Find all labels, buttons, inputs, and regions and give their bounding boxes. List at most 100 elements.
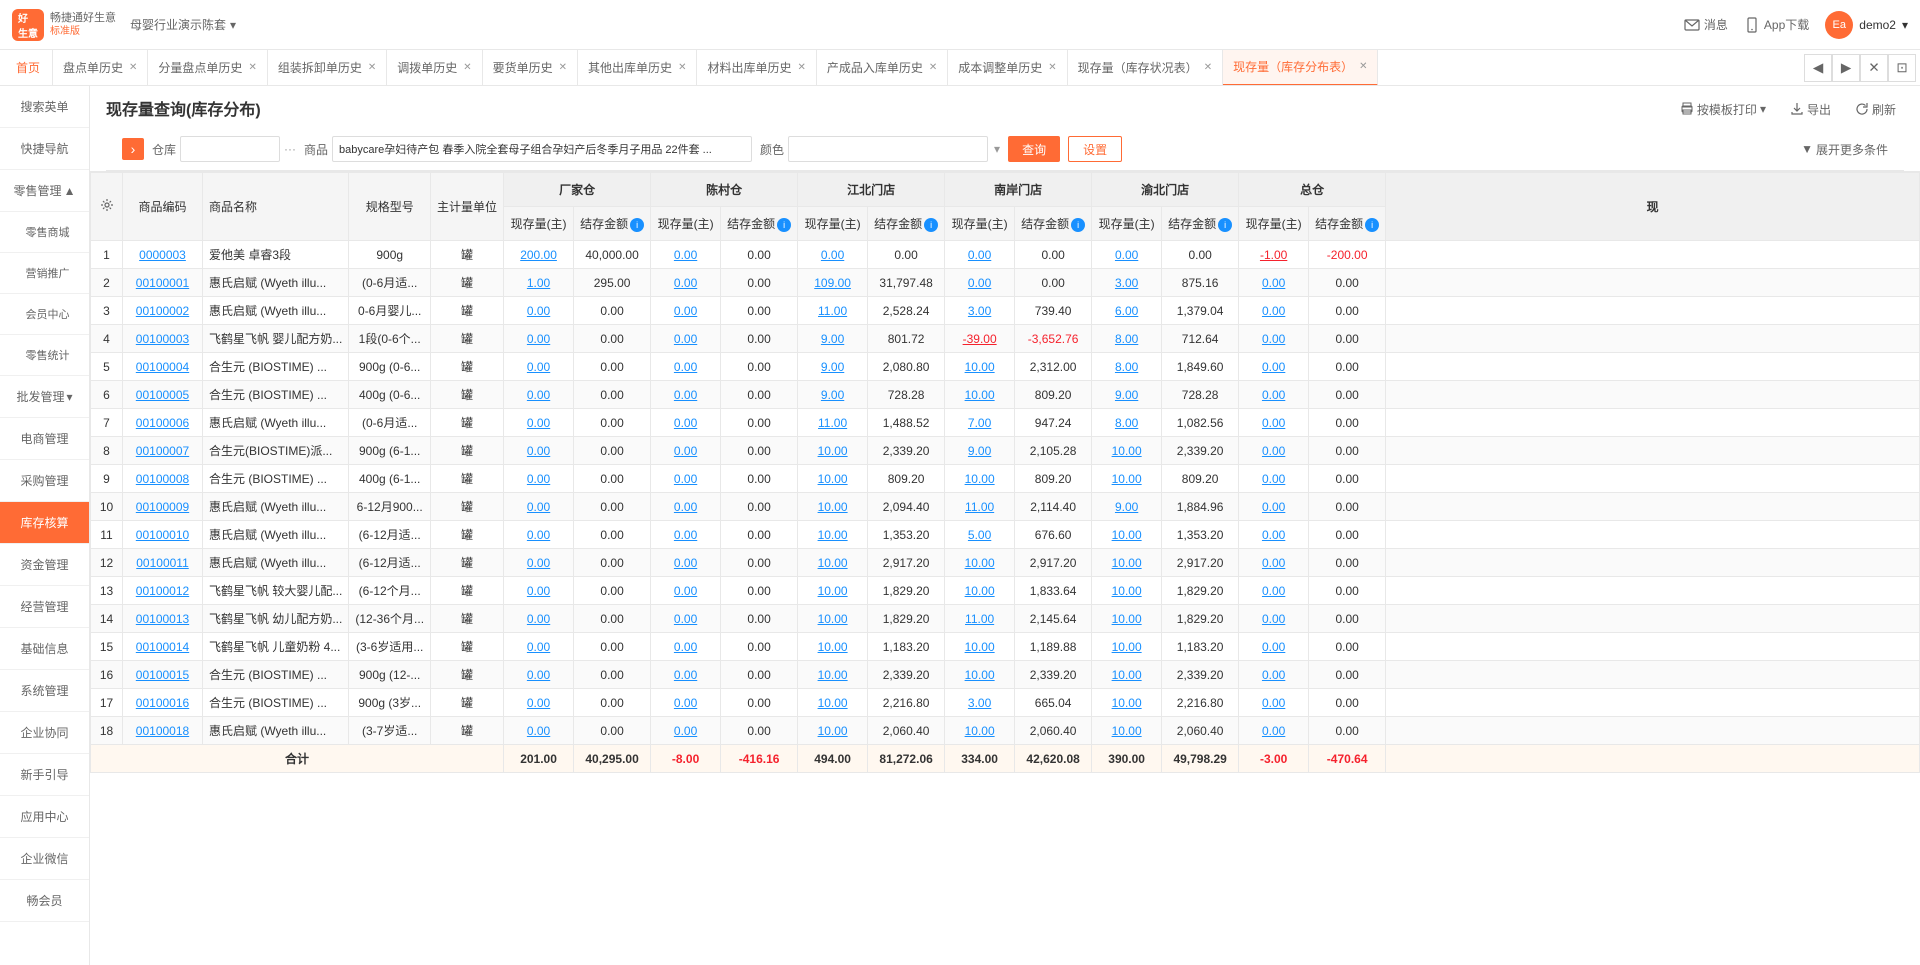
nav-left-btn[interactable]: ◀ [1804,54,1832,82]
th-unit: 主计量单位 [431,173,504,241]
color-input[interactable] [788,136,988,162]
tot-info-icon[interactable]: i [1365,218,1379,232]
tab-qitachuku[interactable]: 其他出库单历史 ✕ [578,50,697,86]
table-settings-btn[interactable]: 设置 [1068,136,1122,162]
sidebar-item-apps[interactable]: 应用中心 [0,796,89,838]
nav-expand-btn[interactable]: ⊡ [1888,54,1916,82]
print-btn[interactable]: 按模板打印 ▾ [1672,97,1774,122]
sidebar-item-search[interactable]: 搜索英单 [0,86,89,128]
warehouse-input[interactable] [180,136,280,162]
jb-info-icon[interactable]: i [924,218,938,232]
sidebar-item-marketing[interactable]: 营销推广 [0,253,89,294]
table-row: 7 00100006 惠氏启赋 (Wyeth illu... (0-6月适...… [91,409,1920,437]
th-vil-qty: 现存量(主) [651,207,721,241]
nav-right-btn[interactable]: ▶ [1832,54,1860,82]
yb-info-icon[interactable]: i [1218,218,1232,232]
th-yuebei-store: 渝北门店 [1092,173,1239,207]
top-bar: 好生意 畅捷通好生意 标准版 母婴行业演示陈套 ▾ 消息 App下载 Ea de… [0,0,1920,50]
table-row: 16 00100015 合生元 (BIOSTIME) ... 900g (12-… [91,661,1920,689]
tab-xiancunliang-status[interactable]: 现存量（库存状况表） ✕ [1068,50,1223,86]
app-download-btn[interactable]: App下载 [1744,16,1809,33]
logo-area: 好生意 畅捷通好生意 标准版 母婴行业演示陈套 ▾ [12,9,236,41]
sidebar-item-nav[interactable]: 快捷导航 [0,128,89,170]
mobile-icon [1744,17,1760,33]
sidebar-item-guide[interactable]: 新手引导 [0,754,89,796]
warehouse-label: 仓库 [152,141,176,158]
filter-bar: › 仓库 ··· 商品 颜色 ▾ 查询 设置 ▼ [106,128,1904,171]
top-right: 消息 App下载 Ea demo2 ▾ [1684,11,1908,39]
nan-info-icon[interactable]: i [1071,218,1085,232]
tab-zuzhuang[interactable]: 组装拆卸单历史 ✕ [268,50,387,86]
sidebar-item-collab[interactable]: 企业协同 [0,712,89,754]
message-btn[interactable]: 消息 [1684,16,1728,33]
export-btn[interactable]: 导出 [1782,97,1839,122]
sidebar-item-wechat[interactable]: 企业微信 [0,838,89,880]
fac-info-icon[interactable]: i [630,218,644,232]
message-icon [1684,17,1700,33]
product-label: 商品 [304,141,328,158]
sidebar-item-system[interactable]: 系统管理 [0,670,89,712]
tab-pandian[interactable]: 盘点单历史 ✕ [53,50,148,86]
sidebar: 搜索英单 快捷导航 零售管理 ▲ 零售商城 营销推广 会员中心 零售统计 批发管… [0,86,90,965]
summary-row: 合计 201.00 40,295.00 -8.00 -416.16 494.00… [91,745,1920,773]
filter-expand-btn[interactable]: › [122,138,144,160]
print-icon [1680,102,1694,116]
table-row: 8 00100007 合生元(BIOSTIME)派... 900g (6-1..… [91,437,1920,465]
tab-liaochuku[interactable]: 材料出库单历史 ✕ [697,50,816,86]
th-name: 商品名称 [203,173,349,241]
sidebar-item-member2[interactable]: 畅会员 [0,880,89,922]
sidebar-item-retail-stats[interactable]: 零售统计 [0,335,89,376]
th-factory-wh: 厂家仓 [504,173,651,207]
user-area[interactable]: Ea demo2 ▾ [1825,11,1908,39]
sidebar-item-wholesale[interactable]: 批发管理 ▾ [0,376,89,418]
th-fac-amt: 结存金额i [574,207,651,241]
tab-xiancunliang-dist[interactable]: 现存量（库存分布表） ✕ [1223,50,1378,86]
expand-more-btn[interactable]: ▼ 展开更多条件 [1801,141,1888,158]
th-tot-qty: 现存量(主) [1239,207,1309,241]
th-nanan-store: 南岸门店 [945,173,1092,207]
sidebar-item-basic-info[interactable]: 基础信息 [0,628,89,670]
th-nan-amt: 结存金额i [1015,207,1092,241]
table-row: 3 00100002 惠氏启赋 (Wyeth illu... 0-6月婴儿...… [91,297,1920,325]
th-fac-qty: 现存量(主) [504,207,574,241]
th-yb-amt: 结存金额i [1162,207,1239,241]
table-row: 15 00100014 飞鹤星飞帆 儿童奶粉 4... (3-6岁适用... 罐… [91,633,1920,661]
sidebar-item-retail-mall[interactable]: 零售商城 [0,212,89,253]
nav-close-btn[interactable]: ✕ [1860,54,1888,82]
refresh-btn[interactable]: 刷新 [1847,97,1904,122]
sidebar-item-operations[interactable]: 经营管理 [0,586,89,628]
table-row: 4 00100003 飞鹤星飞帆 婴儿配方奶... 1段(0-6个... 罐 0… [91,325,1920,353]
sidebar-item-retail-mgmt[interactable]: 零售管理 ▲ [0,170,89,212]
table-row: 13 00100012 飞鹤星飞帆 较大婴儿配... (6-12个月... 罐 … [91,577,1920,605]
tab-yaohuo[interactable]: 要货单历史 ✕ [483,50,578,86]
org-selector[interactable]: 母婴行业演示陈套 ▾ [130,16,236,33]
tab-chenben[interactable]: 成本调整单历史 ✕ [948,50,1067,86]
table-row: 6 00100005 合生元 (BIOSTIME) ... 400g (0-6.… [91,381,1920,409]
color-filter-group: 颜色 ▾ [760,136,1000,162]
th-jb-qty: 现存量(主) [798,207,868,241]
avatar: Ea [1825,11,1853,39]
tab-fenpandian[interactable]: 分量盘点单历史 ✕ [148,50,267,86]
sidebar-item-ecommerce[interactable]: 电商管理 [0,418,89,460]
th-code: 商品编码 [123,173,203,241]
table-area: 商品编码 商品名称 规格型号 主计量单位 厂家仓 陈村仓 江北门店 南岸门店 渝… [90,172,1920,965]
main-layout: 搜索英单 快捷导航 零售管理 ▲ 零售商城 营销推广 会员中心 零售统计 批发管… [0,86,1920,965]
sidebar-item-inventory[interactable]: 库存核算 [0,502,89,544]
table-row: 10 00100009 惠氏启赋 (Wyeth illu... 6-12月900… [91,493,1920,521]
table-row: 11 00100010 惠氏启赋 (Wyeth illu... (6-12月适.… [91,521,1920,549]
settings-gear-icon [100,198,114,212]
table-row: 18 00100018 惠氏启赋 (Wyeth illu... (3-7岁适..… [91,717,1920,745]
vil-info-icon[interactable]: i [777,218,791,232]
content-area: 现存量查询(库存分布) 按模板打印 ▾ 导出 刷新 [90,86,1920,965]
product-input[interactable] [332,136,752,162]
search-btn[interactable]: 查询 [1008,136,1060,162]
th-nan-qty: 现存量(主) [945,207,1015,241]
table-row: 17 00100016 合生元 (BIOSTIME) ... 900g (3岁.… [91,689,1920,717]
tab-home[interactable]: 首页 [4,50,53,86]
tab-chanchengpin[interactable]: 产成品入库单历史 ✕ [817,50,948,86]
sidebar-item-finance[interactable]: 资金管理 [0,544,89,586]
sidebar-item-member[interactable]: 会员中心 [0,294,89,335]
th-total: 总仓 [1239,173,1386,207]
sidebar-item-purchase[interactable]: 采购管理 [0,460,89,502]
tab-diaobo[interactable]: 调拨单历史 ✕ [387,50,482,86]
